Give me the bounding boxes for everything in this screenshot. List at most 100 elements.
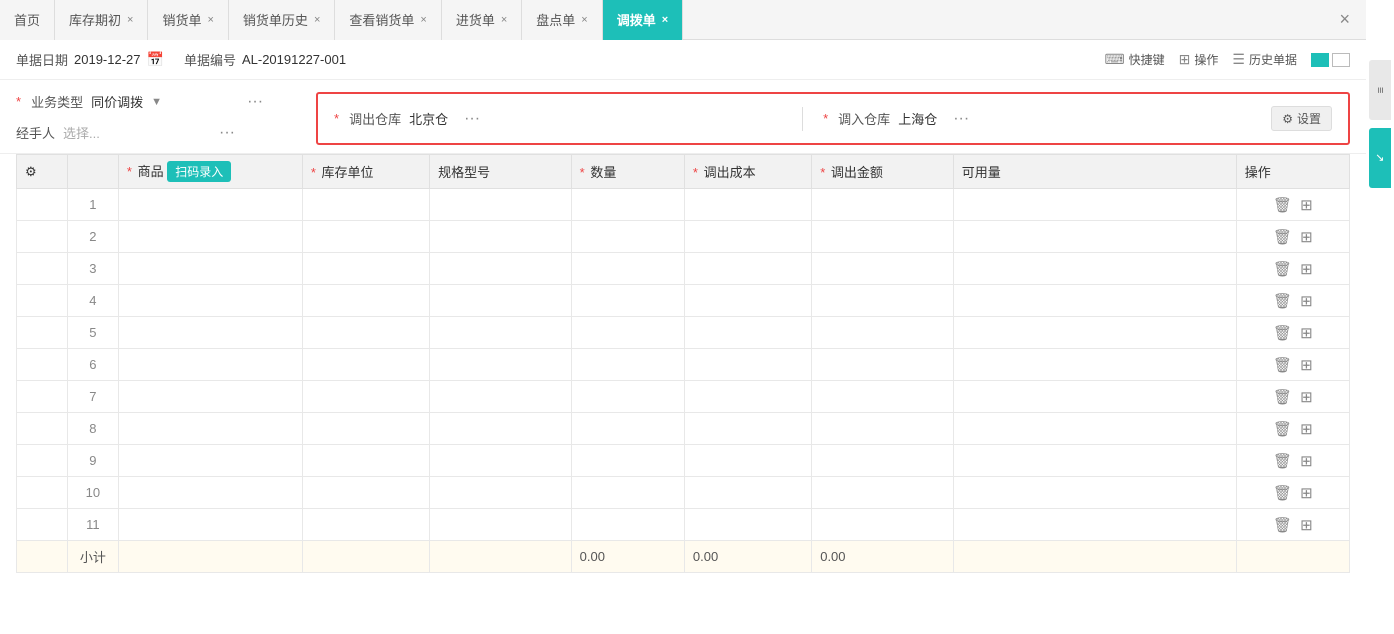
row-cost-3[interactable]: [684, 253, 811, 285]
row-product-7[interactable]: [118, 381, 302, 413]
row-qty-1[interactable]: [571, 189, 684, 221]
delete-icon-7[interactable]: 🗑: [1273, 388, 1292, 406]
row-cost-6[interactable]: [684, 349, 811, 381]
target-warehouse-value[interactable]: 上海仓: [898, 109, 937, 128]
row-unit-8[interactable]: [302, 413, 429, 445]
row-product-2[interactable]: [118, 221, 302, 253]
row-qty-9[interactable]: [571, 445, 684, 477]
delete-icon-6[interactable]: 🗑: [1273, 356, 1292, 374]
row-amount-7[interactable]: [812, 381, 954, 413]
delete-icon-10[interactable]: 🗑: [1273, 484, 1292, 502]
row-avail-5[interactable]: [953, 317, 1236, 349]
row-avail-1[interactable]: [953, 189, 1236, 221]
export-sidebar-btn[interactable]: ↗: [1369, 128, 1391, 188]
tab-inventory-count-close[interactable]: ×: [581, 14, 587, 26]
copy-icon-9[interactable]: ⊞: [1300, 452, 1313, 470]
view-toggle[interactable]: [1311, 53, 1350, 67]
row-spec-1[interactable]: [430, 189, 572, 221]
row-unit-11[interactable]: [302, 509, 429, 541]
target-warehouse-more[interactable]: ···: [953, 110, 969, 128]
delete-icon-11[interactable]: 🗑: [1273, 516, 1292, 534]
row-cost-1[interactable]: [684, 189, 811, 221]
row-amount-9[interactable]: [812, 445, 954, 477]
row-unit-9[interactable]: [302, 445, 429, 477]
calendar-icon[interactable]: 📅: [147, 51, 164, 68]
row-avail-3[interactable]: [953, 253, 1236, 285]
row-amount-6[interactable]: [812, 349, 954, 381]
row-avail-4[interactable]: [953, 285, 1236, 317]
settings-button[interactable]: ⚙ 设置: [1271, 106, 1332, 131]
row-avail-9[interactable]: [953, 445, 1236, 477]
source-warehouse-value[interactable]: 北京仓: [409, 109, 448, 128]
row-product-9[interactable]: [118, 445, 302, 477]
delete-icon-3[interactable]: 🗑: [1273, 260, 1292, 278]
row-qty-5[interactable]: [571, 317, 684, 349]
row-cost-7[interactable]: [684, 381, 811, 413]
tab-inventory-init-close[interactable]: ×: [127, 14, 133, 26]
copy-icon-1[interactable]: ⊞: [1300, 196, 1313, 214]
handler-more[interactable]: ···: [219, 124, 235, 142]
row-cost-4[interactable]: [684, 285, 811, 317]
row-unit-1[interactable]: [302, 189, 429, 221]
history-btn[interactable]: ☰ 历史单据: [1232, 51, 1297, 68]
operation-btn[interactable]: ⊞ 操作: [1179, 51, 1219, 68]
row-product-5[interactable]: [118, 317, 302, 349]
copy-icon-5[interactable]: ⊞: [1300, 324, 1313, 342]
row-cost-11[interactable]: [684, 509, 811, 541]
tab-view-sales[interactable]: 查看销货单 ×: [335, 0, 441, 40]
delete-icon-8[interactable]: 🗑: [1273, 420, 1292, 438]
row-qty-11[interactable]: [571, 509, 684, 541]
note-sidebar-btn[interactable]: ≡: [1369, 60, 1391, 120]
delete-icon-4[interactable]: 🗑: [1273, 292, 1292, 310]
row-product-1[interactable]: [118, 189, 302, 221]
delete-icon-1[interactable]: 🗑: [1273, 196, 1292, 214]
row-qty-6[interactable]: [571, 349, 684, 381]
row-spec-10[interactable]: [430, 477, 572, 509]
row-avail-10[interactable]: [953, 477, 1236, 509]
row-spec-8[interactable]: [430, 413, 572, 445]
row-unit-7[interactable]: [302, 381, 429, 413]
tab-sales-history[interactable]: 销货单历史 ×: [229, 0, 335, 40]
row-spec-6[interactable]: [430, 349, 572, 381]
row-unit-2[interactable]: [302, 221, 429, 253]
delete-icon-5[interactable]: 🗑: [1273, 324, 1292, 342]
tab-inventory-count[interactable]: 盘点单 ×: [522, 0, 602, 40]
row-amount-3[interactable]: [812, 253, 954, 285]
tab-sales-order[interactable]: 销货单 ×: [148, 0, 228, 40]
row-avail-2[interactable]: [953, 221, 1236, 253]
business-type-select[interactable]: 同价调拨 ▼: [91, 92, 231, 111]
row-avail-11[interactable]: [953, 509, 1236, 541]
row-amount-1[interactable]: [812, 189, 954, 221]
row-product-10[interactable]: [118, 477, 302, 509]
tab-transfer-order-close[interactable]: ×: [662, 14, 668, 26]
row-qty-7[interactable]: [571, 381, 684, 413]
scan-button[interactable]: 扫码录入: [167, 161, 231, 182]
row-qty-10[interactable]: [571, 477, 684, 509]
tab-bar-close-all[interactable]: ×: [1323, 9, 1366, 30]
row-qty-8[interactable]: [571, 413, 684, 445]
row-amount-10[interactable]: [812, 477, 954, 509]
row-cost-8[interactable]: [684, 413, 811, 445]
row-product-4[interactable]: [118, 285, 302, 317]
copy-icon-4[interactable]: ⊞: [1300, 292, 1313, 310]
business-type-more[interactable]: ···: [247, 93, 263, 111]
date-value[interactable]: 2019-12-27: [74, 52, 141, 67]
row-product-8[interactable]: [118, 413, 302, 445]
row-spec-9[interactable]: [430, 445, 572, 477]
tab-view-sales-close[interactable]: ×: [420, 14, 426, 26]
row-avail-7[interactable]: [953, 381, 1236, 413]
row-qty-3[interactable]: [571, 253, 684, 285]
tab-inventory-init[interactable]: 库存期初 ×: [55, 0, 148, 40]
row-cost-5[interactable]: [684, 317, 811, 349]
row-product-3[interactable]: [118, 253, 302, 285]
row-unit-5[interactable]: [302, 317, 429, 349]
row-spec-4[interactable]: [430, 285, 572, 317]
row-qty-4[interactable]: [571, 285, 684, 317]
copy-icon-2[interactable]: ⊞: [1300, 228, 1313, 246]
row-product-6[interactable]: [118, 349, 302, 381]
tab-home[interactable]: 首页: [0, 0, 55, 40]
delete-icon-9[interactable]: 🗑: [1273, 452, 1292, 470]
tab-purchase-order[interactable]: 进货单 ×: [442, 0, 522, 40]
row-amount-4[interactable]: [812, 285, 954, 317]
row-avail-6[interactable]: [953, 349, 1236, 381]
